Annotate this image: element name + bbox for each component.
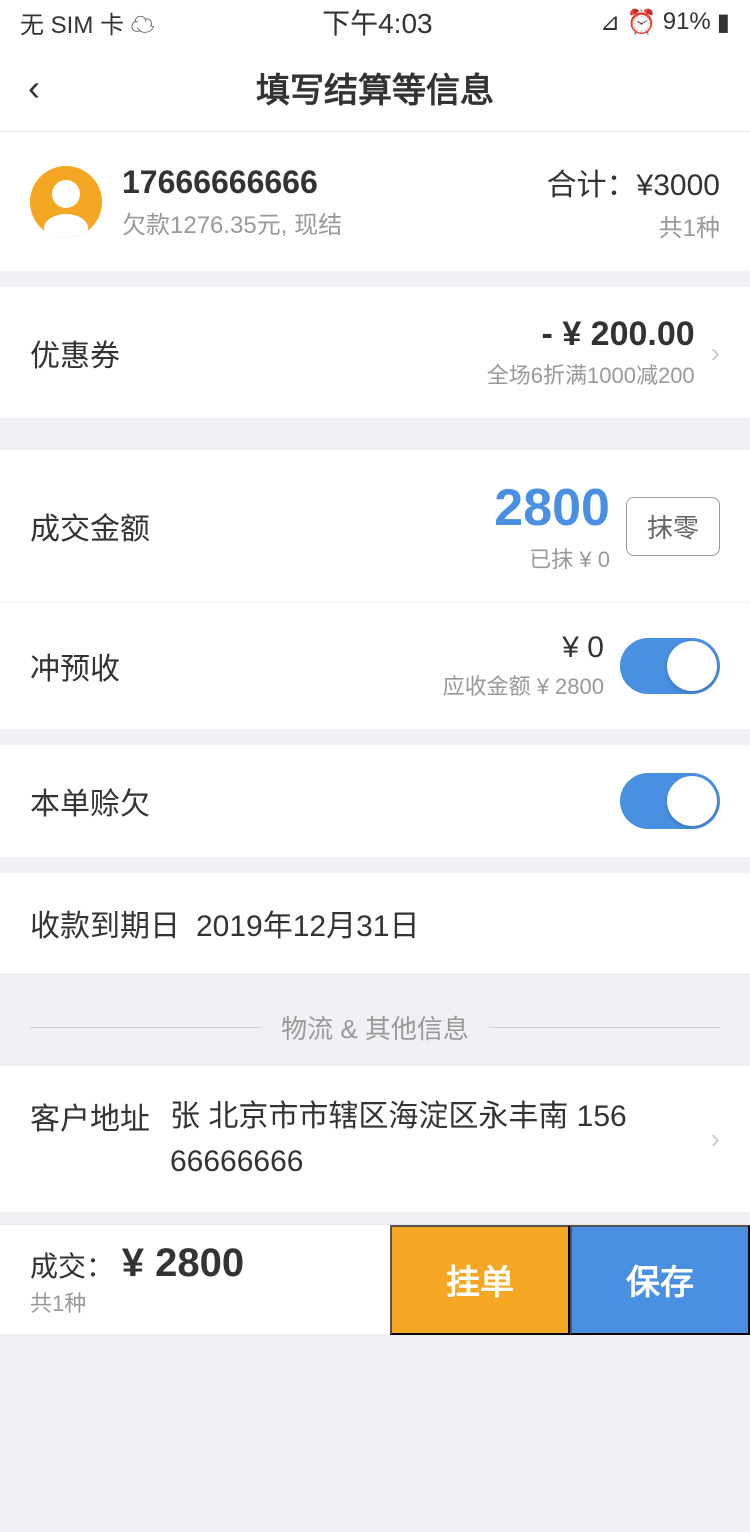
total-count: 共1种 <box>547 208 720 243</box>
hold-order-button[interactable]: 挂单 <box>390 1225 570 1335</box>
sim-status: 无 SIM 卡 ☁ <box>20 5 155 40</box>
customer-info: 17666666666 欠款1276.35元, 现结 <box>122 164 342 240</box>
coupon-discount: - ¥ 200.00 <box>487 315 695 354</box>
transaction-amount: 2800 <box>494 478 610 538</box>
page-title: 填写结算等信息 <box>256 63 494 112</box>
debt-label: 本单赊欠 <box>30 779 150 823</box>
transaction-label: 成交金额 <box>30 504 150 548</box>
section-divider-2 <box>0 729 750 745</box>
chevron-right-icon: › <box>711 337 720 369</box>
coupon-right: - ¥ 200.00 全场6折满1000减200 › <box>487 315 720 390</box>
debt-toggle-knob <box>667 776 717 826</box>
logistics-section-label: 物流 & 其他信息 <box>281 1009 469 1046</box>
back-button[interactable]: ‹ <box>28 67 40 109</box>
battery-icon: ⊿ ⏰ <box>600 8 657 37</box>
debt-right <box>620 773 720 829</box>
customer-left: 17666666666 欠款1276.35元, 现结 <box>30 164 342 240</box>
battery-indicator: ▮ <box>717 8 730 37</box>
charge-deduction-label: 冲预收 <box>30 644 120 688</box>
sep-line-right <box>489 1027 720 1028</box>
address-label: 客户地址 <box>30 1094 150 1138</box>
section-divider-1 <box>0 434 750 450</box>
section-divider-3 <box>0 857 750 873</box>
transaction-row: 成交金额 2800 已抹 ¥ 0 抹零 <box>0 450 750 603</box>
avatar <box>30 166 102 238</box>
debt-section: 本单赊欠 <box>0 745 750 857</box>
bottom-summary: 成交： ¥ 2800 共1种 <box>0 1241 390 1318</box>
address-row[interactable]: 客户地址 张 北京市市辖区海淀区永丰南 156 66666666 › <box>0 1066 750 1212</box>
bottom-bar: 成交： ¥ 2800 共1种 挂单 保存 <box>0 1224 750 1334</box>
round-down-button[interactable]: 抹零 <box>626 497 720 556</box>
customer-right: 合计：¥3000 共1种 <box>547 160 720 243</box>
coupon-row[interactable]: 优惠券 - ¥ 200.00 全场6折满1000减200 › <box>0 287 750 418</box>
nav-bar: ‹ 填写结算等信息 <box>0 44 750 132</box>
customer-sub-info: 欠款1276.35元, 现结 <box>122 205 342 240</box>
bottom-trans-label: 成交： <box>30 1251 114 1282</box>
sep-line-left <box>30 1027 261 1028</box>
status-bar: 无 SIM 卡 ☁ 下午4:03 ⊿ ⏰ 91% ▮ <box>0 0 750 44</box>
toggle-knob <box>667 641 717 691</box>
customer-card: 17666666666 欠款1276.35元, 现结 合计：¥3000 共1种 <box>0 132 750 271</box>
transaction-section: 成交金额 2800 已抹 ¥ 0 抹零 冲预收 ¥ 0 应收金额 ¥ 2800 <box>0 450 750 729</box>
bottom-trans-amount: ¥ 2800 <box>122 1241 244 1285</box>
status-left: 无 SIM 卡 ☁ <box>20 5 155 40</box>
transaction-sub: 已抹 ¥ 0 <box>494 542 610 574</box>
due-date-row: 收款到期日 2019年12月31日 <box>0 873 750 973</box>
transaction-right: 2800 已抹 ¥ 0 抹零 <box>494 478 720 574</box>
status-right: ⊿ ⏰ 91% ▮ <box>600 8 730 37</box>
status-time: 下午4:03 <box>322 2 433 42</box>
section-divider-4 <box>0 973 750 989</box>
due-date-value: 2019年12月31日 <box>196 901 419 945</box>
coupon-description: 全场6折满1000减200 <box>487 358 695 390</box>
bottom-count: 共1种 <box>30 1286 360 1318</box>
address-value: 张 北京市市辖区海淀区永丰南 156 66666666 <box>170 1094 701 1184</box>
debt-row: 本单赊欠 <box>0 745 750 857</box>
transaction-amount-block: 2800 已抹 ¥ 0 <box>494 478 610 574</box>
battery-level: 91% <box>663 8 711 36</box>
save-button[interactable]: 保存 <box>570 1225 750 1335</box>
due-date-label: 收款到期日 <box>30 901 180 945</box>
coupon-info: - ¥ 200.00 全场6折满1000减200 <box>487 315 695 390</box>
charge-amount: ¥ 0 <box>443 631 604 665</box>
bottom-trans-line: 成交： ¥ 2800 <box>30 1241 360 1286</box>
address-chevron-icon: › <box>711 1123 720 1155</box>
coupon-label: 优惠券 <box>30 331 120 375</box>
customer-phone: 17666666666 <box>122 164 342 201</box>
charge-toggle[interactable] <box>620 638 720 694</box>
total-amount: 合计：¥3000 <box>547 160 720 204</box>
charge-sub: 应收金额 ¥ 2800 <box>443 669 604 701</box>
debt-toggle[interactable] <box>620 773 720 829</box>
charge-deduction-row: 冲预收 ¥ 0 应收金额 ¥ 2800 <box>0 603 750 729</box>
charge-deduction-right: ¥ 0 应收金额 ¥ 2800 <box>443 631 720 701</box>
logistics-separator: 物流 & 其他信息 <box>0 989 750 1066</box>
charge-amount-block: ¥ 0 应收金额 ¥ 2800 <box>443 631 604 701</box>
